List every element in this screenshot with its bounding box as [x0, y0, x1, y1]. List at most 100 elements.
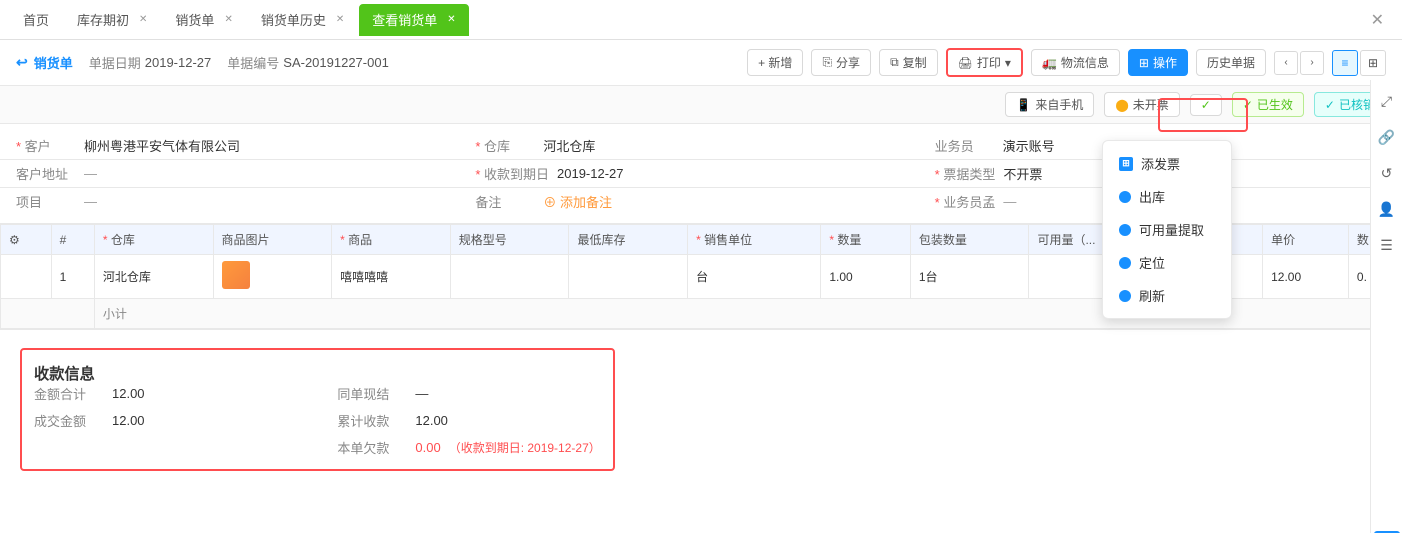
tab-sales-history-label: 销货单历史: [261, 10, 326, 29]
row-pack-qty-cell: 1台: [910, 255, 1029, 299]
sidebar-link-icon[interactable]: 🔗: [1374, 124, 1400, 150]
order-due-extra: （收款到期日: 2019-12-27）: [449, 439, 601, 456]
ticket-icon: ⬤: [1115, 98, 1128, 112]
prev-arrow[interactable]: ‹: [1274, 51, 1298, 75]
row-sales-unit-cell: 台: [688, 255, 821, 299]
tab-bar: 首页 库存期初 ✕ 销货单 ✕ 销货单历史 ✕ 查看销货单 ✕ ✕: [0, 0, 1402, 40]
operate-button[interactable]: ⊞ 操作: [1128, 49, 1188, 76]
doc-no-area: 单据编号 SA-20191227-001: [227, 53, 389, 72]
menu-item-add-invoice-label: 添发票: [1141, 154, 1180, 173]
address-field: 客户地址 —: [16, 164, 467, 183]
add-note-button[interactable]: ⊕ 添加备注: [543, 192, 612, 211]
tab-sales-order-close[interactable]: ✕: [224, 14, 232, 25]
row-warehouse-cell: 河北仓库: [94, 255, 213, 299]
print-button[interactable]: 🖨 打印 ▾: [946, 48, 1023, 77]
warehouse-out-icon: [1119, 191, 1131, 203]
amount-total-value: 12.00: [112, 386, 145, 401]
customer-label: 客户: [16, 136, 76, 155]
ticket-label: 票据类型: [935, 164, 996, 183]
menu-item-refresh[interactable]: 刷新: [1103, 279, 1231, 312]
menu-item-locate[interactable]: 定位: [1103, 246, 1231, 279]
doc-icon: ↩: [16, 54, 28, 71]
customer-field: 客户 柳州粤港平安气体有限公司: [16, 136, 467, 155]
sidebar-list-icon[interactable]: ☰: [1374, 232, 1400, 258]
window-close-button[interactable]: ✕: [1363, 10, 1392, 30]
tab-sales-history[interactable]: 销货单历史 ✕: [248, 4, 357, 36]
copy-button[interactable]: ⧉ 复制: [879, 49, 938, 76]
col-product-img: 商品图片: [213, 225, 332, 255]
doc-meta: 单据日期 2019-12-27 单据编号 SA-20191227-001: [89, 53, 389, 72]
doc-no-label: 单据编号: [227, 53, 279, 72]
note-field: 备注 ⊕ 添加备注: [475, 192, 926, 211]
confirm-button[interactable]: ✓: [1190, 94, 1222, 116]
subtotal-cell: [1, 299, 95, 329]
effective-button[interactable]: ✓ 已生效: [1232, 92, 1304, 117]
payment-section-title: 收款信息: [34, 362, 601, 384]
col-spec: 规格型号: [450, 225, 569, 255]
tab-view-sales[interactable]: 查看销货单 ✕: [359, 4, 468, 36]
view-list-btn[interactable]: ≡: [1332, 50, 1358, 76]
right-sidebar: ⤢ 🔗 ↺ 👤 ☰ ⛶: [1370, 80, 1402, 533]
sidebar-rotate-icon[interactable]: ↺: [1374, 160, 1400, 186]
col-pack-qty: 包装数量: [910, 225, 1029, 255]
from-phone-button[interactable]: 📱 来自手机: [1005, 92, 1094, 117]
share-button[interactable]: ⎘ 分享: [811, 49, 871, 76]
sales-staff-value: —: [1003, 194, 1016, 209]
doc-title-text: 销货单: [34, 53, 73, 72]
warehouse-label: 仓库: [475, 136, 535, 155]
history-button[interactable]: 历史单据: [1196, 49, 1266, 76]
tab-sales-history-close[interactable]: ✕: [336, 14, 344, 25]
not-open-button[interactable]: ⬤ 未开票: [1104, 92, 1179, 117]
add-invoice-icon: ⊞: [1119, 157, 1133, 171]
phone-icon: 📱: [1016, 98, 1031, 112]
customer-value: 柳州粤港平安气体有限公司: [84, 136, 240, 155]
menu-item-qty-pickup[interactable]: 可用量提取: [1103, 213, 1231, 246]
menu-item-qty-pickup-label: 可用量提取: [1139, 220, 1204, 239]
col-settings: ⚙: [1, 225, 52, 255]
share-icon: ⎘: [822, 55, 832, 70]
doc-date-label: 单据日期: [89, 53, 141, 72]
col-warehouse: 仓库: [94, 225, 213, 255]
due-date-value: 2019-12-27: [557, 166, 624, 181]
qty-pickup-icon: [1119, 224, 1131, 236]
sales-staff-label: 业务员孟: [935, 192, 996, 211]
next-arrow[interactable]: ›: [1300, 51, 1324, 75]
tab-home[interactable]: 首页: [10, 4, 62, 36]
tab-view-sales-close[interactable]: ✕: [447, 14, 455, 25]
due-date-field: 收款到期日 2019-12-27: [475, 164, 926, 183]
col-row-no: #: [51, 225, 94, 255]
row-unit-price-cell: 12.00: [1263, 255, 1349, 299]
row-product-img-cell: [213, 255, 332, 299]
locate-icon: [1119, 257, 1131, 269]
cumulative-payment-row: 累计收款 12.00: [337, 411, 600, 430]
view-grid-btn[interactable]: ⊞: [1360, 50, 1386, 76]
new-button[interactable]: + 新增: [747, 49, 803, 76]
order-due-row: 本单欠款 0.00 （收款到期日: 2019-12-27）: [337, 438, 600, 457]
doc-header: ↩ 销货单 单据日期 2019-12-27 单据编号 SA-20191227-0…: [0, 40, 1402, 86]
view-toggle: ≡ ⊞: [1332, 50, 1386, 76]
menu-item-warehouse-out[interactable]: 出库: [1103, 180, 1231, 213]
logistics-icon: 🚛: [1042, 56, 1057, 70]
sidebar-expand-icon[interactable]: ⤢: [1374, 88, 1400, 114]
address-value: —: [84, 166, 97, 181]
logistics-button[interactable]: 🚛 物流信息: [1031, 49, 1120, 76]
tab-stock-init-close[interactable]: ✕: [139, 14, 147, 25]
sidebar-user-icon[interactable]: 👤: [1374, 196, 1400, 222]
row-settings-cell: [1, 255, 52, 299]
print-icon: 🖨: [958, 56, 973, 70]
tab-stock-init[interactable]: 库存期初 ✕: [64, 4, 160, 36]
product-thumbnail: [222, 261, 250, 289]
same-settle-value: —: [415, 386, 428, 401]
warehouse-field: 仓库 河北仓库: [475, 136, 926, 155]
row-product-cell: 嘻嘻嘻嘻: [332, 255, 451, 299]
menu-item-add-invoice[interactable]: ⊞ 添发票: [1103, 147, 1231, 180]
doc-actions: + 新增 ⎘ 分享 ⧉ 复制 🖨 打印 ▾ 🚛 物流信息: [747, 48, 1386, 77]
tab-sales-order[interactable]: 销货单 ✕: [162, 4, 245, 36]
refresh-icon: [1119, 290, 1131, 302]
menu-item-warehouse-out-label: 出库: [1139, 187, 1165, 206]
cancelled-icon: ✓: [1325, 98, 1335, 112]
amount-total-label: 金额合计: [34, 384, 104, 403]
note-label: 备注: [475, 192, 535, 211]
tab-home-label: 首页: [23, 10, 49, 29]
print-dropdown-arrow: ▾: [1005, 56, 1011, 70]
